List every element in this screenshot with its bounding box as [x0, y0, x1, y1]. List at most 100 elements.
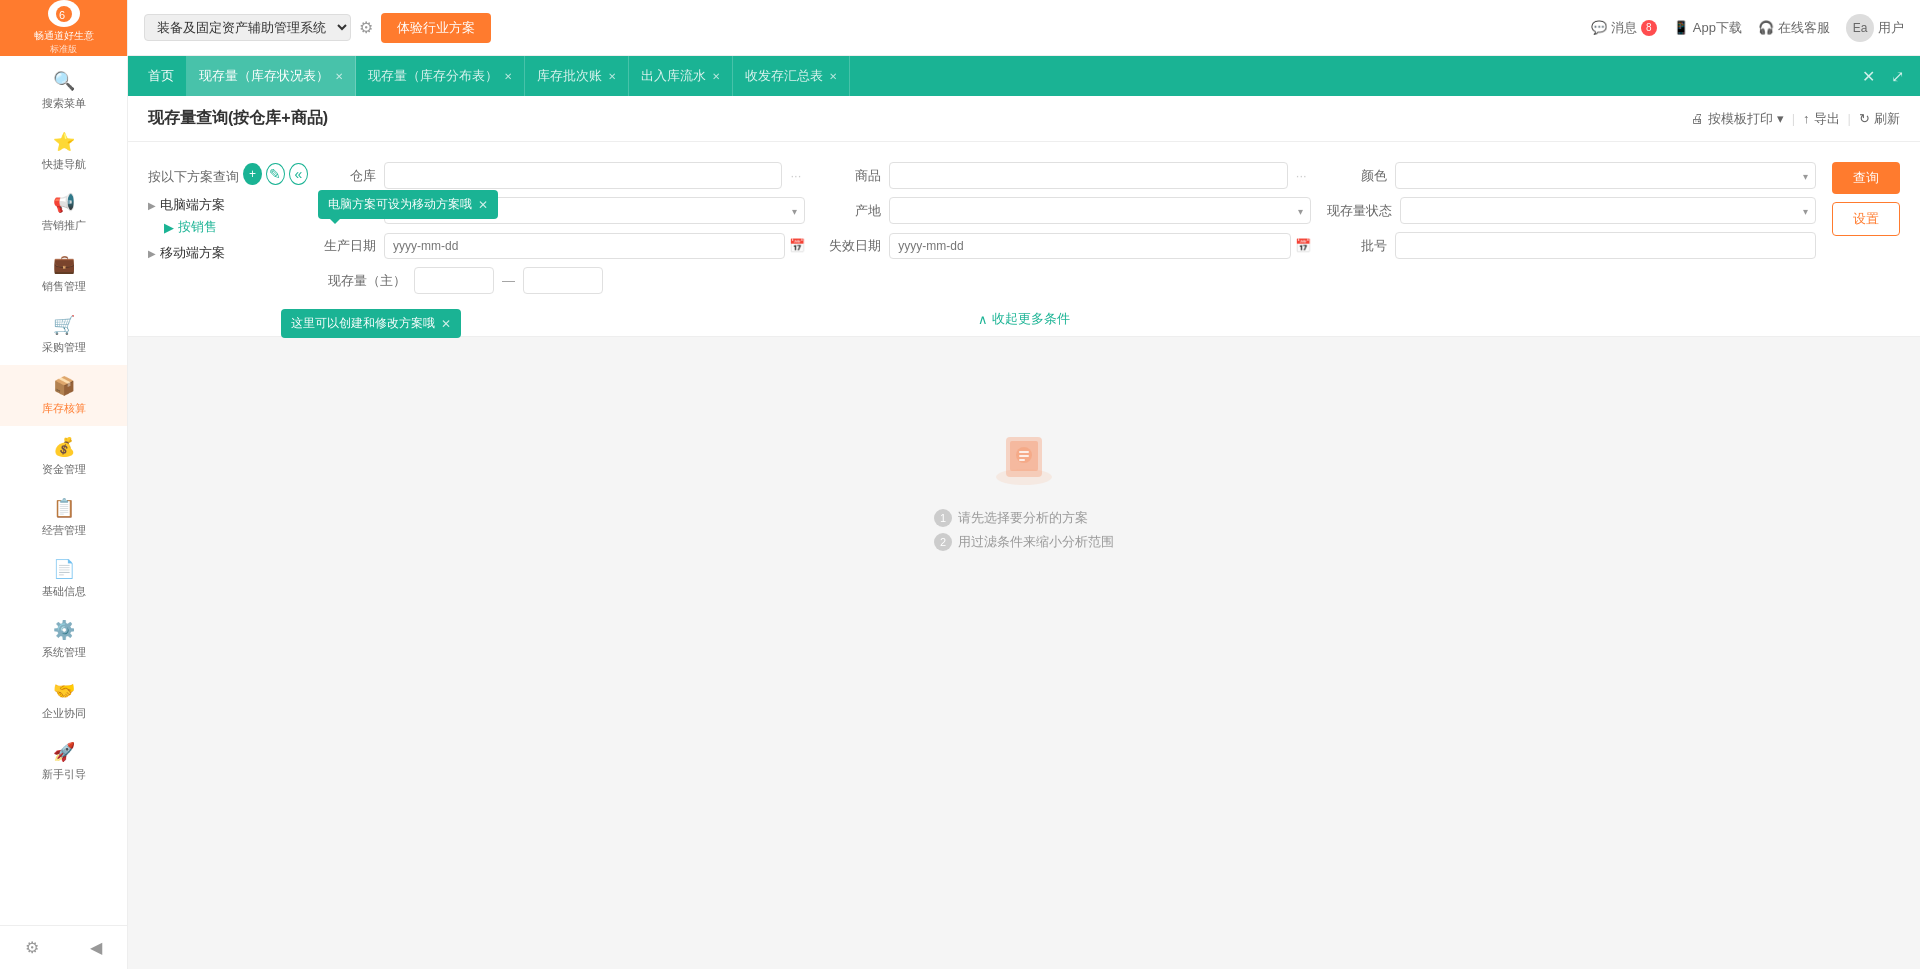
origin-label: 产地: [821, 202, 881, 220]
warehouse-input[interactable]: [384, 162, 782, 189]
tab-expand[interactable]: ⤢: [1883, 67, 1912, 86]
tab-close-summary[interactable]: ✕: [829, 71, 837, 82]
edit-tooltip-close[interactable]: ✕: [441, 317, 451, 331]
refresh-btn[interactable]: ↻ 刷新: [1859, 110, 1900, 128]
sidebar-footer: ⚙ ◀: [0, 925, 127, 969]
goods-dots[interactable]: ···: [1292, 168, 1311, 183]
tab-inventory-batch[interactable]: 库存批次账 ✕: [525, 56, 629, 96]
mfg-date-input[interactable]: [384, 233, 785, 259]
phone-icon: 📱: [1673, 20, 1689, 35]
enterprise-nav-icon: 🤝: [53, 680, 75, 702]
trial-btn[interactable]: 体验行业方案: [381, 13, 491, 43]
filter-area: 按以下方案查询 + ✎ « 电脑方案可设为移动方案哦 ✕ 这里可以创建和修改方案…: [128, 142, 1920, 337]
sidebar-item-marketing[interactable]: 📢 营销推广: [0, 182, 127, 243]
exp-calendar-icon[interactable]: 📅: [1295, 238, 1311, 253]
printer-icon: 🖨: [1691, 111, 1704, 126]
content-area: 现存量查询(按仓库+商品) 🖨 按模板打印 ▾ | ↑ 导出 | ↻ 刷新: [128, 96, 1920, 969]
mfg-date-label: 生产日期: [316, 237, 376, 255]
reset-btn[interactable]: 设置: [1832, 202, 1900, 236]
footer-settings-btn[interactable]: ⚙: [25, 938, 39, 957]
message-icon: 💬: [1591, 20, 1607, 35]
sidebar-item-enterprise[interactable]: 🤝 企业协同: [0, 670, 127, 731]
tab-inout-flow[interactable]: 出入库流水 ✕: [629, 56, 733, 96]
stock-main-min-input[interactable]: [414, 267, 494, 294]
warehouse-field: 仓库 ···: [316, 162, 805, 189]
system-select[interactable]: 装备及固定资产辅助管理系统: [144, 14, 351, 41]
basic-info-nav-icon: 📄: [53, 558, 75, 580]
guide-nav-icon: 🚀: [53, 741, 75, 763]
stock-range-dash: —: [502, 273, 515, 288]
stock-status-select[interactable]: [1400, 197, 1816, 224]
page-title: 现存量查询(按仓库+商品): [148, 108, 328, 129]
tabs-bar: 首页 现存量（库存状况表） ✕ 现存量（库存分布表） ✕ 库存批次账 ✕ 出入库…: [128, 56, 1920, 96]
tab-close-inout-flow[interactable]: ✕: [712, 71, 720, 82]
tip2-text: 用过滤条件来缩小分析范围: [958, 533, 1114, 551]
scheme-pc[interactable]: ▶ 电脑端方案: [148, 194, 308, 216]
exp-date-input[interactable]: [889, 233, 1290, 259]
warehouse-dots[interactable]: ···: [786, 168, 805, 183]
scheme-mobile[interactable]: ▶ 移动端方案: [148, 242, 308, 264]
tip1-num: 1: [934, 509, 952, 527]
user-menu[interactable]: Ea 用户: [1846, 14, 1904, 42]
footer-collapse-btn[interactable]: ◀: [90, 938, 102, 957]
logo-icon: 6: [48, 0, 80, 27]
message-badge: 8: [1641, 20, 1657, 36]
sidebar-item-search[interactable]: 🔍 搜索菜单: [0, 60, 127, 121]
goods-input[interactable]: [889, 162, 1287, 189]
sidebar-item-guide[interactable]: 🚀 新手引导: [0, 731, 127, 792]
batch-label: 批号: [1327, 237, 1387, 255]
template-print-btn[interactable]: 🖨 按模板打印 ▾: [1691, 110, 1784, 128]
tab-close-inventory-distribution[interactable]: ✕: [504, 71, 512, 82]
scheme-tooltip-close[interactable]: ✕: [478, 198, 488, 212]
batch-input[interactable]: [1395, 232, 1816, 259]
page-actions: 🖨 按模板打印 ▾ | ↑ 导出 | ↻ 刷新: [1691, 110, 1900, 128]
tab-home[interactable]: 首页: [136, 56, 187, 96]
search-btn[interactable]: 查询: [1832, 162, 1900, 194]
mfg-date-field: 生产日期 📅: [316, 232, 805, 259]
back-scheme-btn[interactable]: «: [289, 163, 308, 185]
filter-main-row: 按以下方案查询 + ✎ « 电脑方案可设为移动方案哦 ✕ 这里可以创建和修改方案…: [148, 154, 1900, 302]
stock-main-max-input[interactable]: [523, 267, 603, 294]
stock-main-label: 现存量（主）: [316, 272, 406, 290]
sales-nav-icon: 💼: [53, 253, 75, 275]
collapse-up-icon: ∧: [978, 312, 988, 327]
tab-summary[interactable]: 收发存汇总表 ✕: [733, 56, 850, 96]
origin-field: 产地 ▾: [821, 197, 1310, 224]
sidebar-item-purchase[interactable]: 🛒 采购管理: [0, 304, 127, 365]
svg-rect-6: [1019, 451, 1029, 453]
edit-tooltip: 这里可以创建和修改方案哦 ✕: [281, 309, 461, 338]
tab-inventory-distribution[interactable]: 现存量（库存分布表） ✕: [356, 56, 525, 96]
filter-scheme-section: 按以下方案查询 + ✎ « 电脑方案可设为移动方案哦 ✕ 这里可以创建和修改方案…: [148, 154, 308, 264]
topbar-settings-icon[interactable]: ⚙: [359, 18, 373, 37]
warehouse-label: 仓库: [316, 167, 376, 185]
sidebar-item-nav[interactable]: ⭐ 快捷导航: [0, 121, 127, 182]
sidebar-item-sales[interactable]: 💼 销售管理: [0, 243, 127, 304]
tab-inventory-status[interactable]: 现存量（库存状况表） ✕: [187, 56, 356, 96]
message-btn[interactable]: 💬 消息 8: [1591, 19, 1657, 37]
scheme-pc-sub-item[interactable]: ▶ 按销售: [164, 216, 308, 238]
export-btn[interactable]: ↑ 导出: [1803, 110, 1840, 128]
app-download-btn[interactable]: 📱 App下载: [1673, 19, 1742, 37]
stock-status-field: 现存量状态 ▾: [1327, 197, 1816, 224]
edit-scheme-btn[interactable]: ✎: [266, 163, 285, 185]
sidebar-item-finance[interactable]: 💰 资金管理: [0, 426, 127, 487]
sidebar-item-inventory[interactable]: 📦 库存核算: [0, 365, 127, 426]
stock-status-label: 现存量状态: [1327, 202, 1392, 220]
svg-text:6: 6: [59, 9, 65, 21]
tab-close-inventory-status[interactable]: ✕: [335, 71, 343, 82]
empty-state: 1 请先选择要分析的方案 2 用过滤条件来缩小分析范围: [128, 337, 1920, 631]
sidebar-item-operations[interactable]: 📋 经营管理: [0, 487, 127, 548]
empty-illustration: [984, 417, 1064, 497]
add-scheme-btn[interactable]: +: [243, 163, 262, 185]
color-select[interactable]: [1395, 162, 1816, 189]
tab-close-inventory-batch[interactable]: ✕: [608, 71, 616, 82]
scheme-tree: ▶ 电脑端方案 ▶ 按销售 ▶ 移动端方案: [148, 194, 308, 264]
exp-date-field: 失效日期 📅: [821, 232, 1310, 259]
mfg-calendar-icon[interactable]: 📅: [789, 238, 805, 253]
tab-close-all[interactable]: ✕: [1854, 67, 1883, 86]
online-service-btn[interactable]: 🎧 在线客服: [1758, 19, 1830, 37]
origin-select[interactable]: [889, 197, 1310, 224]
sidebar-item-basic-info[interactable]: 📄 基础信息: [0, 548, 127, 609]
sidebar-item-system[interactable]: ⚙️ 系统管理: [0, 609, 127, 670]
scheme-pc-sub: ▶ 按销售: [148, 216, 308, 238]
